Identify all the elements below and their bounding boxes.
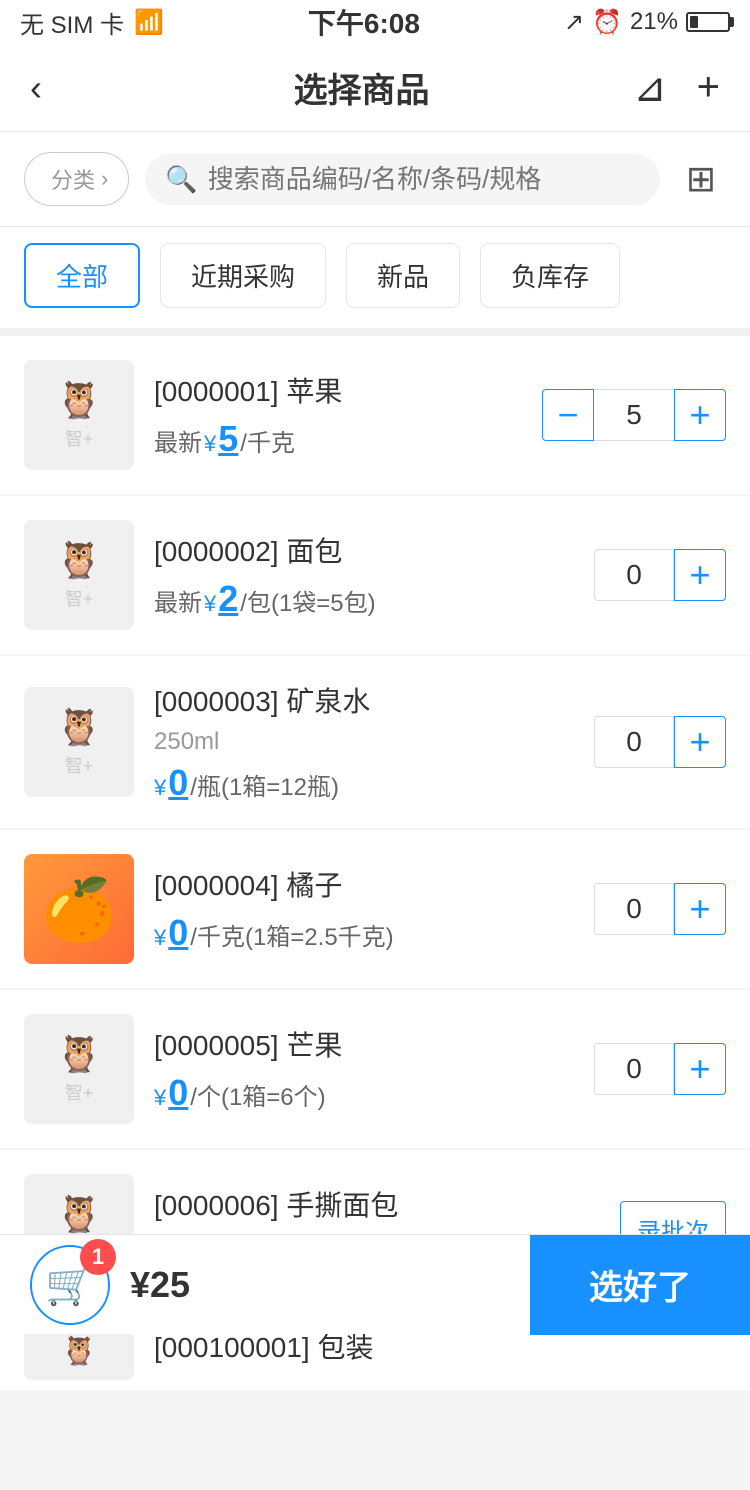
product-price: ¥ 0 /千克(1箱=2.5千克) [154,912,574,954]
product-price: ¥ 0 /个(1箱=6个) [154,1072,574,1114]
product-image-0000003: 🦉 智+ [24,687,134,797]
list-item: 🦉 智+ [0000001] 苹果 最新 ¥ 5 /千克 − + [0,336,750,494]
qty-control-0000002: + [594,549,726,601]
list-item: 🦉 智+ [0000003] 矿泉水 250ml ¥ 0 /瓶(1箱=12瓶) … [0,656,750,828]
qty-control-0000004: + [594,883,726,935]
product-name: [0000005] 芒果 [154,1024,574,1064]
product-info-0000002: [0000002] 面包 最新 ¥ 2 /包(1袋=5包) [154,530,574,620]
product-name: [0000004] 橘子 [154,864,574,904]
search-input-wrap: 🔍 [145,154,660,205]
qty-control-0000003: + [594,716,726,768]
tab-recent[interactable]: 近期采购 [160,243,326,308]
carrier-text: 无 SIM 卡 [20,5,124,40]
product-image-0000002: 🦉 智+ [24,520,134,630]
owl-icon: 🦉 [57,379,102,421]
list-item: 🦉 智+ [0000002] 面包 最新 ¥ 2 /包(1袋=5包) + [0,496,750,654]
owl-icon: 🦉 [57,539,102,581]
filter-tabs: 全部 近期采购 新品 负库存 [0,227,750,336]
category-chevron-icon: › [101,166,108,192]
status-right: ↗ ⏰ 21% [564,8,730,37]
battery-icon [686,12,730,32]
list-item: 🍊 [0000004] 橘子 ¥ 0 /千克(1箱=2.5千克) + [0,830,750,988]
owl-icon: 🦉 [57,1193,102,1235]
tab-new[interactable]: 新品 [346,243,460,308]
qty-input[interactable] [594,549,674,601]
tab-all[interactable]: 全部 [24,243,140,308]
list-item: 🦉 智+ [0000005] 芒果 ¥ 0 /个(1箱=6个) + [0,990,750,1148]
back-button[interactable]: ‹ [30,67,90,109]
nav-bar: ‹ 选择商品 ⊿ + [0,44,750,132]
qty-input[interactable] [594,1043,674,1095]
product-image-0000001: 🦉 智+ [24,360,134,470]
product-price: ¥ 0 /瓶(1箱=12瓶) [154,762,574,804]
product-image-0000005: 🦉 智+ [24,1014,134,1124]
product-info-0000003: [0000003] 矿泉水 250ml ¥ 0 /瓶(1箱=12瓶) [154,680,574,804]
owl-icon: 🦉 [57,706,102,748]
cart-total: ¥25 [130,1264,190,1306]
cart-section: 🛒 1 ¥25 [0,1245,530,1325]
search-input[interactable] [208,164,640,195]
status-bar: 无 SIM 卡 📶 下午6:08 ↗ ⏰ 21% [0,0,750,44]
qty-minus-button[interactable]: − [542,389,594,441]
confirm-button[interactable]: 选好了 [530,1235,750,1335]
location-icon: ↗ [564,8,584,37]
cart-badge: 1 [80,1239,116,1275]
qty-plus-button[interactable]: + [674,549,726,601]
status-left: 无 SIM 卡 📶 [20,5,164,40]
qty-control-0000005: + [594,1043,726,1095]
page-title: 选择商品 [294,63,430,112]
qty-input[interactable] [594,389,674,441]
qty-plus-button[interactable]: + [674,716,726,768]
qty-plus-button[interactable]: + [674,1043,726,1095]
owl-icon: 🦉 [62,1334,97,1367]
product-price: 最新 ¥ 5 /千克 [154,418,522,460]
product-list: 🦉 智+ [0000001] 苹果 最新 ¥ 5 /千克 − + 🦉 智+ [0,336,750,1390]
product-name: [0000003] 矿泉水 [154,680,574,720]
qty-input[interactable] [594,883,674,935]
product-price: 最新 ¥ 2 /包(1袋=5包) [154,578,574,620]
time-display: 下午6:08 [308,2,420,42]
tab-negative-stock[interactable]: 负库存 [480,243,620,308]
product-info-0000001: [0000001] 苹果 最新 ¥ 5 /千克 [154,370,522,460]
search-icon: 🔍 [165,164,197,195]
qty-plus-button[interactable]: + [674,883,726,935]
filter-icon[interactable]: ⊿ [633,65,667,111]
add-icon[interactable]: + [697,65,720,110]
owl-icon: 🦉 [57,1033,102,1075]
search-bar: 分类 › 🔍 ⊞ [0,132,750,227]
qty-input[interactable] [594,716,674,768]
product-name: [0000001] 苹果 [154,370,522,410]
nav-actions: ⊿ + [633,65,720,111]
wifi-icon: 📶 [134,8,164,37]
alarm-icon: ⏰ [592,8,622,37]
battery-text: 21% [630,8,678,36]
category-label: 分类 [51,163,95,195]
qty-control-0000001: − + [542,389,726,441]
product-info-0000005: [0000005] 芒果 ¥ 0 /个(1箱=6个) [154,1024,574,1114]
qty-plus-button[interactable]: + [674,389,726,441]
cart-icon-button[interactable]: 🛒 1 [30,1245,110,1325]
product-image-0000004: 🍊 [24,854,134,964]
category-button[interactable]: 分类 › [24,152,129,206]
product-info-0000004: [0000004] 橘子 ¥ 0 /千克(1箱=2.5千克) [154,864,574,954]
scan-icon[interactable]: ⊞ [676,158,726,200]
product-name: [0000002] 面包 [154,530,574,570]
bottom-bar: 🛒 1 ¥25 选好了 [0,1234,750,1334]
product-name: [0000006] 手撕面包 [154,1184,600,1224]
product-spec: 250ml [154,728,574,756]
